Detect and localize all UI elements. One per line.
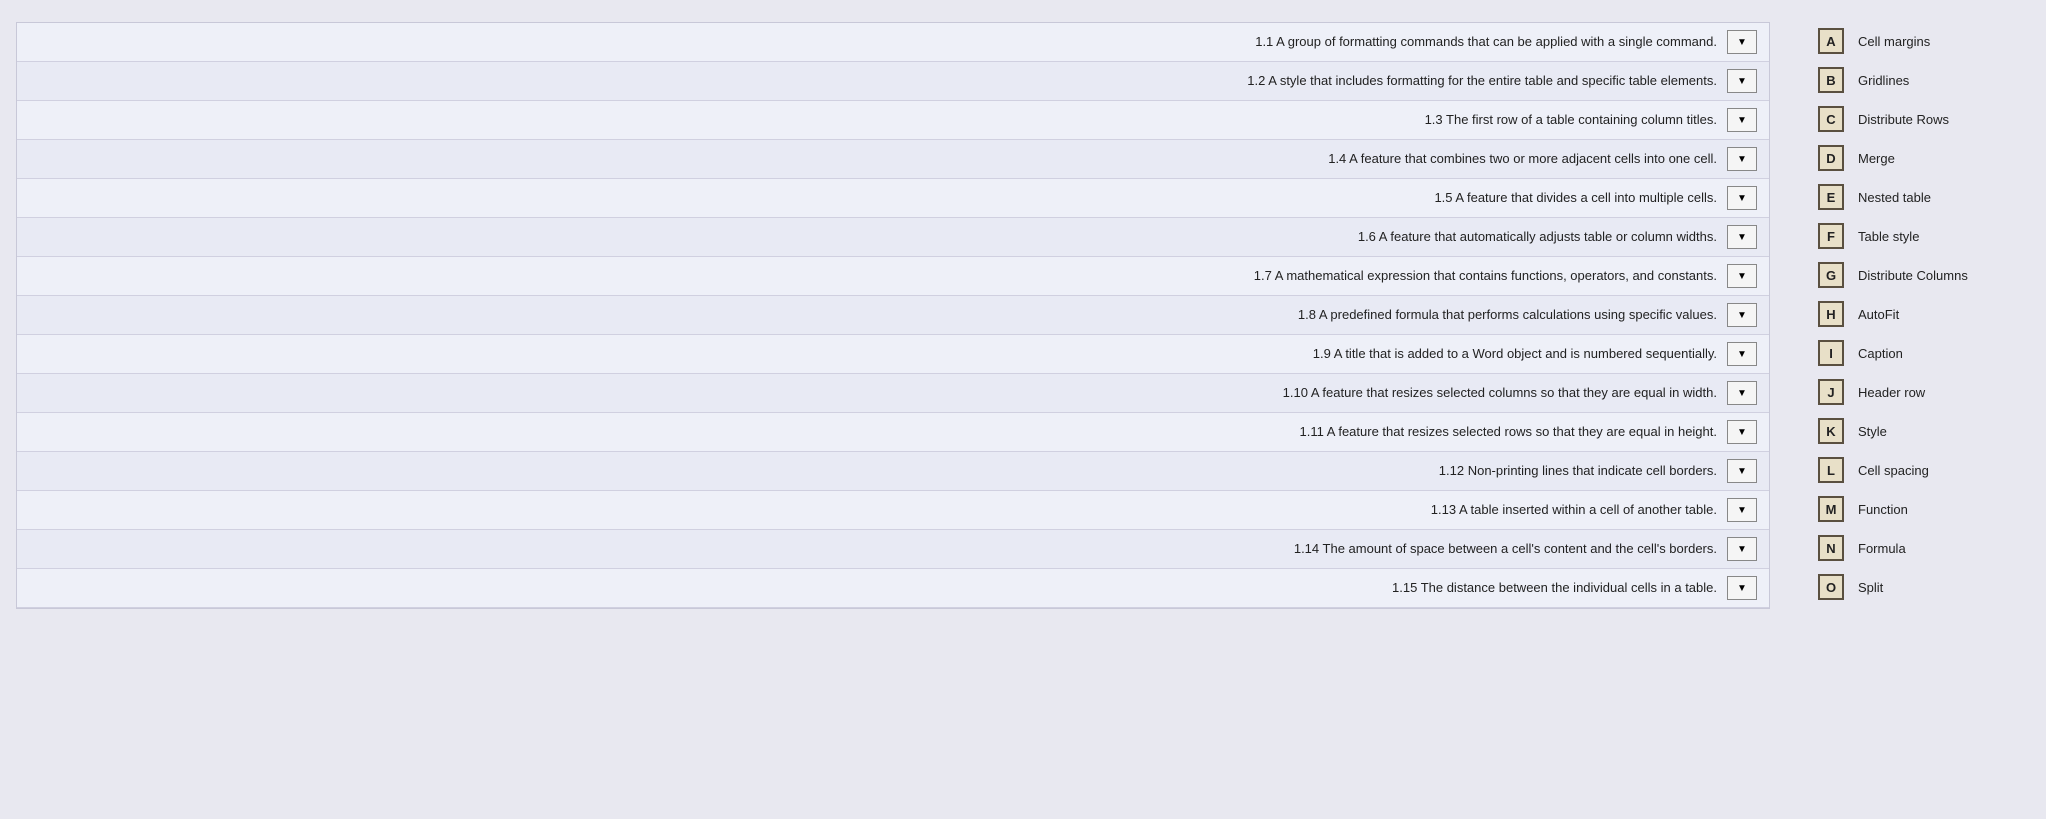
answer-dropdown[interactable]: ▼ (1727, 459, 1757, 483)
answer-text: Function (1858, 502, 1908, 517)
question-text: 1.15 The distance between the individual… (37, 579, 1727, 597)
answer-dropdown[interactable]: ▼ (1727, 108, 1757, 132)
answer-row: D Merge (1810, 139, 2030, 178)
answer-text: Formula (1858, 541, 1906, 556)
answer-dropdown[interactable]: ▼ (1727, 225, 1757, 249)
answer-dropdown[interactable]: ▼ (1727, 264, 1757, 288)
question-text: 1.5 A feature that divides a cell into m… (37, 189, 1727, 207)
answer-text: Merge (1858, 151, 1895, 166)
answer-text: Distribute Rows (1858, 112, 1949, 127)
question-row: 1.11 A feature that resizes selected row… (17, 413, 1769, 452)
answer-row: C Distribute Rows (1810, 100, 2030, 139)
answer-letter-box: J (1818, 379, 1844, 405)
question-row: 1.4 A feature that combines two or more … (17, 140, 1769, 179)
answer-letter-box: K (1818, 418, 1844, 444)
answer-dropdown[interactable]: ▼ (1727, 186, 1757, 210)
answer-text: AutoFit (1858, 307, 1899, 322)
answer-dropdown[interactable]: ▼ (1727, 69, 1757, 93)
question-row: 1.8 A predefined formula that performs c… (17, 296, 1769, 335)
answer-row: E Nested table (1810, 178, 2030, 217)
question-row: 1.9 A title that is added to a Word obje… (17, 335, 1769, 374)
answer-letter-box: I (1818, 340, 1844, 366)
answer-row: K Style (1810, 412, 2030, 451)
answer-dropdown[interactable]: ▼ (1727, 381, 1757, 405)
question-text: 1.2 A style that includes formatting for… (37, 72, 1727, 90)
answer-letter-box: F (1818, 223, 1844, 249)
question-text: 1.7 A mathematical expression that conta… (37, 267, 1727, 285)
question-text: 1.8 A predefined formula that performs c… (37, 306, 1727, 324)
question-text: 1.14 The amount of space between a cell'… (37, 540, 1727, 558)
answer-letter-box: N (1818, 535, 1844, 561)
answer-row: F Table style (1810, 217, 2030, 256)
question-row: 1.7 A mathematical expression that conta… (17, 257, 1769, 296)
question-row: 1.5 A feature that divides a cell into m… (17, 179, 1769, 218)
question-row: 1.15 The distance between the individual… (17, 569, 1769, 608)
answer-text: Split (1858, 580, 1883, 595)
answer-text: Style (1858, 424, 1887, 439)
answer-dropdown[interactable]: ▼ (1727, 420, 1757, 444)
questions-panel: 1.1 A group of formatting commands that … (16, 22, 1770, 609)
answer-letter-box: C (1818, 106, 1844, 132)
answer-letter-box: H (1818, 301, 1844, 327)
question-row: 1.3 The first row of a table containing … (17, 101, 1769, 140)
answer-row: J Header row (1810, 373, 2030, 412)
answer-dropdown[interactable]: ▼ (1727, 576, 1757, 600)
answer-dropdown[interactable]: ▼ (1727, 30, 1757, 54)
answer-letter-box: O (1818, 574, 1844, 600)
answers-panel: A Cell margins B Gridlines C Distribute Rows D… (1810, 22, 2030, 609)
answer-text: Distribute Columns (1858, 268, 1968, 283)
answer-row: L Cell spacing (1810, 451, 2030, 490)
question-row: 1.10 A feature that resizes selected col… (17, 374, 1769, 413)
question-text: 1.13 A table inserted within a cell of a… (37, 501, 1727, 519)
answer-letter-box: M (1818, 496, 1844, 522)
answer-dropdown[interactable]: ▼ (1727, 498, 1757, 522)
answer-letter-box: E (1818, 184, 1844, 210)
answer-row: O Split (1810, 568, 2030, 607)
question-row: 1.1 A group of formatting commands that … (17, 23, 1769, 62)
question-text: 1.6 A feature that automatically adjusts… (37, 228, 1727, 246)
question-text: 1.9 A title that is added to a Word obje… (37, 345, 1727, 363)
answer-row: I Caption (1810, 334, 2030, 373)
answer-dropdown[interactable]: ▼ (1727, 342, 1757, 366)
answer-row: H AutoFit (1810, 295, 2030, 334)
question-text: 1.1 A group of formatting commands that … (37, 33, 1727, 51)
question-row: 1.14 The amount of space between a cell'… (17, 530, 1769, 569)
answer-dropdown[interactable]: ▼ (1727, 303, 1757, 327)
answer-row: G Distribute Columns (1810, 256, 2030, 295)
question-row: 1.13 A table inserted within a cell of a… (17, 491, 1769, 530)
answer-text: Cell margins (1858, 34, 1930, 49)
answer-text: Gridlines (1858, 73, 1909, 88)
answer-text: Header row (1858, 385, 1925, 400)
answer-text: Table style (1858, 229, 1919, 244)
answer-letter-box: A (1818, 28, 1844, 54)
question-text: 1.12 Non-printing lines that indicate ce… (37, 462, 1727, 480)
question-text: 1.10 A feature that resizes selected col… (37, 384, 1727, 402)
answer-dropdown[interactable]: ▼ (1727, 537, 1757, 561)
answer-row: B Gridlines (1810, 61, 2030, 100)
question-text: 1.11 A feature that resizes selected row… (37, 423, 1727, 441)
question-row: 1.2 A style that includes formatting for… (17, 62, 1769, 101)
question-row: 1.12 Non-printing lines that indicate ce… (17, 452, 1769, 491)
answer-row: A Cell margins (1810, 22, 2030, 61)
answer-row: M Function (1810, 490, 2030, 529)
answer-text: Cell spacing (1858, 463, 1929, 478)
answer-letter-box: L (1818, 457, 1844, 483)
answer-dropdown[interactable]: ▼ (1727, 147, 1757, 171)
question-row: 1.6 A feature that automatically adjusts… (17, 218, 1769, 257)
answer-row: N Formula (1810, 529, 2030, 568)
answer-letter-box: D (1818, 145, 1844, 171)
question-text: 1.4 A feature that combines two or more … (37, 150, 1727, 168)
answer-text: Caption (1858, 346, 1903, 361)
answer-letter-box: G (1818, 262, 1844, 288)
answer-letter-box: B (1818, 67, 1844, 93)
answer-text: Nested table (1858, 190, 1931, 205)
question-text: 1.3 The first row of a table containing … (37, 111, 1727, 129)
